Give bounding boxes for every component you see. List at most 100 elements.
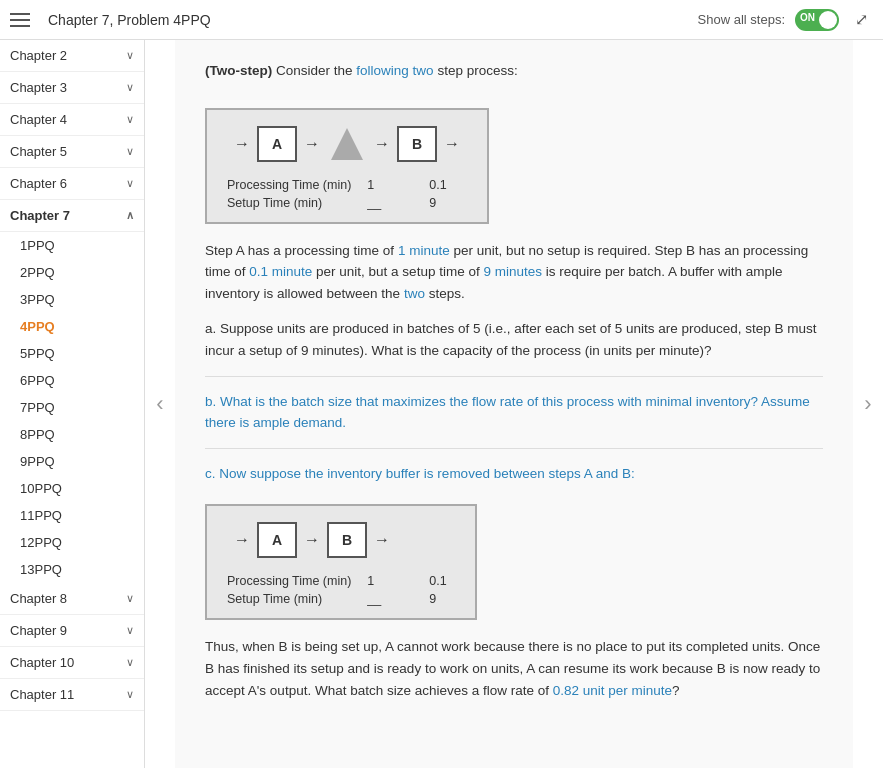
question-a: a. Suppose units are produced in batches…: [205, 318, 823, 361]
processing-time-a: 1: [359, 176, 389, 194]
sidebar-chapter-7[interactable]: Chapter 7 ∧: [0, 200, 144, 232]
show-steps-label: Show all steps:: [698, 12, 785, 27]
main-layout: Chapter 2 ∨ Chapter 3 ∨ Chapter 4 ∨ Chap…: [0, 40, 883, 768]
sidebar-chapter-5[interactable]: Chapter 5 ∨: [0, 136, 144, 168]
setup-time-a: __: [359, 194, 389, 212]
sidebar-problem-10ppq[interactable]: 10PPQ: [0, 475, 144, 502]
sidebar-problem-4ppq[interactable]: 4PPQ: [0, 313, 144, 340]
sidebar-problem-7ppq[interactable]: 7PPQ: [0, 394, 144, 421]
show-steps-toggle[interactable]: ON: [795, 9, 839, 31]
sidebar-problem-2ppq[interactable]: 2PPQ: [0, 259, 144, 286]
process-box-b2: B: [327, 522, 367, 558]
page-title: Chapter 7, Problem 4PPQ: [48, 12, 698, 28]
buffer-triangle: [331, 128, 363, 160]
processing-time-row: Processing Time (min) 1 0.1: [227, 176, 455, 194]
sidebar-problem-8ppq[interactable]: 8PPQ: [0, 421, 144, 448]
processing-time-b: 0.1: [389, 176, 454, 194]
sidebar-chapter-4-label: Chapter 4: [10, 112, 67, 127]
sidebar-chapter-2-label: Chapter 2: [10, 48, 67, 63]
sidebar-chapter-8-label: Chapter 8: [10, 591, 67, 606]
sidebar-chapter-2[interactable]: Chapter 2 ∨: [0, 40, 144, 72]
sidebar-chapter-6[interactable]: Chapter 6 ∨: [0, 168, 144, 200]
sidebar-chapter-3[interactable]: Chapter 3 ∨: [0, 72, 144, 104]
processing-time-label: Processing Time (min): [227, 176, 359, 194]
sidebar-problem-13ppq[interactable]: 13PPQ: [0, 556, 144, 583]
chevron-up-icon: ∧: [126, 209, 134, 222]
chevron-icon: ∨: [126, 177, 134, 190]
toggle-knob: [819, 11, 837, 29]
blue-9min: 9 minutes: [483, 264, 542, 279]
divider-2: [205, 448, 823, 449]
setup-time-label-2: Setup Time (min): [227, 590, 359, 608]
sidebar-problem-9ppq[interactable]: 9PPQ: [0, 448, 144, 475]
sidebar-chapter-3-label: Chapter 3: [10, 80, 67, 95]
arrow-d2-3: →: [367, 531, 397, 549]
sidebar-chapter-11-label: Chapter 11: [10, 687, 74, 702]
arrow-4: →: [437, 135, 467, 153]
two-step-label: (Two-step): [205, 63, 272, 78]
divider-1: [205, 376, 823, 377]
setup-time-b2: 9: [389, 590, 454, 608]
header-right: Show all steps: ON ⤢: [698, 8, 873, 32]
sidebar-problem-5ppq[interactable]: 5PPQ: [0, 340, 144, 367]
sidebar-chapter-10-label: Chapter 10: [10, 655, 74, 670]
sidebar-problem-1ppq[interactable]: 1PPQ: [0, 232, 144, 259]
setup-time-b: 9: [389, 194, 454, 212]
processing-time-b2: 0.1: [389, 572, 454, 590]
sidebar-problem-3ppq[interactable]: 3PPQ: [0, 286, 144, 313]
toggle-switch[interactable]: ON: [795, 9, 839, 31]
expand-icon[interactable]: ⤢: [849, 8, 873, 32]
content-wrapper: ‹ (Two-step) (Two-step) Consider the fol…: [145, 40, 883, 768]
sidebar-chapter-4[interactable]: Chapter 4 ∨: [0, 104, 144, 136]
chevron-icon: ∨: [126, 81, 134, 94]
sidebar-chapter-9-label: Chapter 9: [10, 623, 67, 638]
process-box-a: A: [257, 126, 297, 162]
intro-text: (Two-step) (Two-step) Consider the follo…: [205, 60, 823, 82]
content-area: (Two-step) (Two-step) Consider the follo…: [175, 40, 853, 768]
app-header: Chapter 7, Problem 4PPQ Show all steps: …: [0, 0, 883, 40]
sidebar-chapter-8[interactable]: Chapter 8 ∨: [0, 583, 144, 615]
sidebar-chapter-11[interactable]: Chapter 11 ∨: [0, 679, 144, 711]
setup-time-row-2: Setup Time (min) __ 9: [227, 590, 455, 608]
two-text: two: [413, 63, 434, 78]
sidebar-chapter-6-label: Chapter 6: [10, 176, 67, 191]
setup-time-a2: __: [359, 590, 389, 608]
sidebar-chapter-9[interactable]: Chapter 9 ∨: [0, 615, 144, 647]
chevron-icon: ∨: [126, 145, 134, 158]
chevron-icon: ∨: [126, 624, 134, 637]
diagram-1-table: Processing Time (min) 1 0.1 Setup Time (…: [227, 176, 455, 212]
sidebar-problem-6ppq[interactable]: 6PPQ: [0, 367, 144, 394]
diagram-1: → A → → B → Processing Time (min) 1 0.1: [205, 108, 489, 224]
processing-time-row-2: Processing Time (min) 1 0.1: [227, 572, 455, 590]
sidebar-problem-11ppq[interactable]: 11PPQ: [0, 502, 144, 529]
arrow-d2-2: →: [297, 531, 327, 549]
chevron-icon: ∨: [126, 113, 134, 126]
processing-time-label-2: Processing Time (min): [227, 572, 359, 590]
blue-1min: 1 minute: [398, 243, 450, 258]
chevron-icon: ∨: [126, 49, 134, 62]
diagram-1-row: → A → → B →: [227, 126, 467, 162]
prev-arrow[interactable]: ‹: [145, 40, 175, 768]
chevron-icon: ∨: [126, 688, 134, 701]
sidebar-problem-12ppq[interactable]: 12PPQ: [0, 529, 144, 556]
question-c: c. Now suppose the inventory buffer is r…: [205, 463, 823, 485]
arrow-1: →: [227, 135, 257, 153]
arrow-3: →: [367, 135, 397, 153]
processing-time-a2: 1: [359, 572, 389, 590]
paragraph-1: Step A has a processing time of 1 minute…: [205, 240, 823, 305]
diagram-2: → A → B → Processing Time (min) 1 0.1 Se…: [205, 504, 477, 620]
arrow-2: →: [297, 135, 327, 153]
chevron-icon: ∨: [126, 656, 134, 669]
menu-icon[interactable]: [10, 6, 38, 34]
sidebar-chapter-7-label: Chapter 7: [10, 208, 70, 223]
following-text: following: [356, 63, 409, 78]
paragraph-2: Thus, when B is being set up, A cannot w…: [205, 636, 823, 701]
setup-time-row: Setup Time (min) __ 9: [227, 194, 455, 212]
arrow-d2-1: →: [227, 531, 257, 549]
sidebar: Chapter 2 ∨ Chapter 3 ∨ Chapter 4 ∨ Chap…: [0, 40, 145, 768]
next-arrow[interactable]: ›: [853, 40, 883, 768]
process-box-b: B: [397, 126, 437, 162]
setup-time-label: Setup Time (min): [227, 194, 359, 212]
sidebar-chapter-10[interactable]: Chapter 10 ∨: [0, 647, 144, 679]
blue-01: 0.1 minute: [249, 264, 312, 279]
